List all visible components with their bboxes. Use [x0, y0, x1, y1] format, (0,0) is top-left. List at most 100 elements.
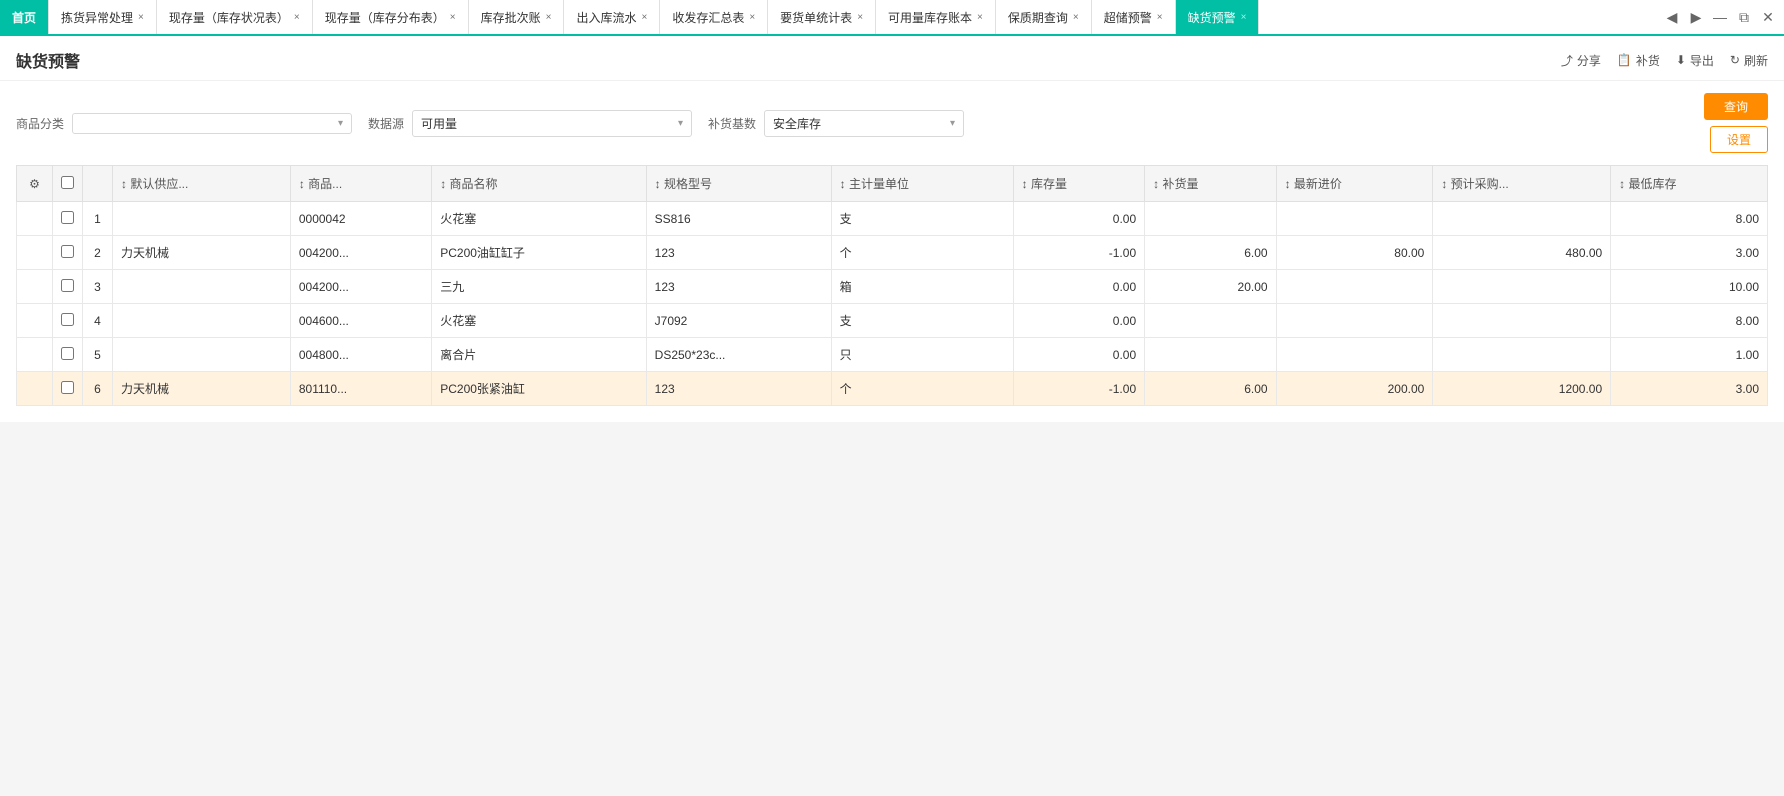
col-spec[interactable]: ↕ 规格型号: [646, 166, 831, 202]
row-checkbox[interactable]: [61, 381, 74, 394]
row-latest-price-cell: [1276, 202, 1433, 236]
filter-actions: 查询 设置: [1704, 93, 1768, 153]
row-settings-cell: [17, 236, 53, 270]
row-spec-cell: DS250*23c...: [646, 338, 831, 372]
tab-home-label: 首页: [12, 9, 36, 26]
page-header: 缺货预警 ⤴ 分享 📋 补货 ⬇ 导出 ↻ 刷新: [0, 36, 1784, 81]
tab-expiry[interactable]: 保质期查询 ×: [996, 0, 1092, 34]
row-supplier-cell: 力天机械: [113, 372, 291, 406]
gear-icon[interactable]: ⚙: [29, 177, 40, 191]
col-rownum: [83, 166, 113, 202]
col-min-stock[interactable]: ↕ 最低库存: [1611, 166, 1768, 202]
share-icon: ⤴: [1561, 52, 1573, 69]
col-est-purchase[interactable]: ↕ 预计采购...: [1433, 166, 1611, 202]
replenish-button[interactable]: 📋 补货: [1617, 52, 1660, 69]
tab-overstock[interactable]: 超储预警 ×: [1092, 0, 1176, 34]
row-checkbox-cell[interactable]: [53, 338, 83, 372]
row-est-purchase-cell: [1433, 338, 1611, 372]
tab-collect-close[interactable]: ×: [749, 12, 755, 23]
col-replenish[interactable]: ↕ 补货量: [1145, 166, 1276, 202]
row-checkbox-cell[interactable]: [53, 270, 83, 304]
tab-available[interactable]: 可用量库存账本 ×: [876, 0, 996, 34]
query-button[interactable]: 查询: [1704, 93, 1768, 120]
row-item-name-cell: 离合片: [432, 338, 646, 372]
export-button[interactable]: ⬇ 导出: [1676, 52, 1714, 69]
row-item-code-cell: 004200...: [290, 236, 431, 270]
tab-inout[interactable]: 出入库流水 ×: [564, 0, 660, 34]
share-button[interactable]: ⤴ 分享: [1561, 52, 1601, 69]
datasource-chevron-icon: ▾: [678, 118, 683, 129]
row-min-stock-cell: 8.00: [1611, 202, 1768, 236]
replenish-base-select[interactable]: 安全库存 ▾: [764, 110, 964, 137]
tab-restore-btn[interactable]: ⧉: [1732, 5, 1756, 29]
tab-expiry-close[interactable]: ×: [1073, 12, 1079, 23]
row-num-cell: 6: [83, 372, 113, 406]
tab-stock-status[interactable]: 现存量（库存状况表） ×: [157, 0, 313, 34]
tab-order-stats[interactable]: 要货单统计表 ×: [768, 0, 876, 34]
row-item-name-cell: 火花塞: [432, 304, 646, 338]
tab-inout-close[interactable]: ×: [641, 12, 647, 23]
tab-prev-btn[interactable]: ◀: [1660, 5, 1684, 29]
row-item-code-cell: 004800...: [290, 338, 431, 372]
tab-batch[interactable]: 库存批次账 ×: [469, 0, 565, 34]
col-unit[interactable]: ↕ 主计量单位: [831, 166, 1013, 202]
tab-stock-status-close[interactable]: ×: [294, 12, 300, 23]
tab-minimize-btn[interactable]: —: [1708, 5, 1732, 29]
row-min-stock-cell: 10.00: [1611, 270, 1768, 304]
tab-exception-close[interactable]: ×: [138, 12, 144, 23]
row-num-cell: 2: [83, 236, 113, 270]
row-spec-cell: 123: [646, 236, 831, 270]
row-replenish-cell: 20.00: [1145, 270, 1276, 304]
tab-stock-dist-close[interactable]: ×: [450, 12, 456, 23]
datasource-select[interactable]: 可用量 ▾: [412, 110, 692, 137]
select-all-checkbox[interactable]: [61, 176, 74, 189]
col-item-code[interactable]: ↕ 商品...: [290, 166, 431, 202]
tab-shortage-close[interactable]: ×: [1241, 12, 1247, 23]
tab-available-close[interactable]: ×: [977, 12, 983, 23]
col-stock[interactable]: ↕ 库存量: [1013, 166, 1144, 202]
tab-exception-label: 拣货异常处理: [61, 9, 133, 26]
tab-next-btn[interactable]: ▶: [1684, 5, 1708, 29]
row-checkbox[interactable]: [61, 347, 74, 360]
row-checkbox-cell[interactable]: [53, 202, 83, 236]
tab-stock-dist[interactable]: 现存量（库存分布表） ×: [313, 0, 469, 34]
tab-home[interactable]: 首页: [0, 0, 49, 34]
category-select[interactable]: ▾: [72, 113, 352, 134]
row-checkbox-cell[interactable]: [53, 372, 83, 406]
row-checkbox[interactable]: [61, 279, 74, 292]
table-row: 5 004800... 离合片 DS250*23c... 只 0.00 1.00: [17, 338, 1768, 372]
tab-close-btn[interactable]: ✕: [1756, 5, 1780, 29]
refresh-button[interactable]: ↻ 刷新: [1730, 52, 1768, 69]
row-unit-cell: 箱: [831, 270, 1013, 304]
col-latest-price[interactable]: ↕ 最新进价: [1276, 166, 1433, 202]
tab-batch-label: 库存批次账: [481, 9, 541, 26]
col-item-name[interactable]: ↕ 商品名称: [432, 166, 646, 202]
table-container: ⚙ ↕ 默认供应... ↕ 商品... ↕ 商品名称: [0, 165, 1784, 422]
row-checkbox-cell[interactable]: [53, 236, 83, 270]
row-checkbox[interactable]: [61, 313, 74, 326]
tab-exception[interactable]: 拣货异常处理 ×: [49, 0, 157, 34]
tab-order-stats-close[interactable]: ×: [857, 12, 863, 23]
row-min-stock-cell: 3.00: [1611, 372, 1768, 406]
row-checkbox[interactable]: [61, 211, 74, 224]
row-supplier-cell: [113, 202, 291, 236]
row-spec-cell: 123: [646, 270, 831, 304]
col-item-name-label: ↕ 商品名称: [440, 177, 497, 191]
settings-button[interactable]: 设置: [1710, 126, 1768, 153]
tab-batch-close[interactable]: ×: [546, 12, 552, 23]
row-replenish-cell: 6.00: [1145, 372, 1276, 406]
tab-overstock-close[interactable]: ×: [1157, 12, 1163, 23]
replenish-base-value: 安全库存: [773, 115, 821, 132]
row-item-name-cell: 火花塞: [432, 202, 646, 236]
col-stock-label: ↕ 库存量: [1022, 177, 1067, 191]
col-supplier[interactable]: ↕ 默认供应...: [113, 166, 291, 202]
tab-shortage[interactable]: 缺货预警 ×: [1176, 0, 1260, 34]
col-settings[interactable]: ⚙: [17, 166, 53, 202]
tab-collect[interactable]: 收发存汇总表 ×: [660, 0, 768, 34]
tab-inout-label: 出入库流水: [576, 9, 636, 26]
replenish-base-chevron-icon: ▾: [950, 118, 955, 129]
row-latest-price-cell: [1276, 304, 1433, 338]
row-checkbox[interactable]: [61, 245, 74, 258]
row-checkbox-cell[interactable]: [53, 304, 83, 338]
col-checkbox[interactable]: [53, 166, 83, 202]
